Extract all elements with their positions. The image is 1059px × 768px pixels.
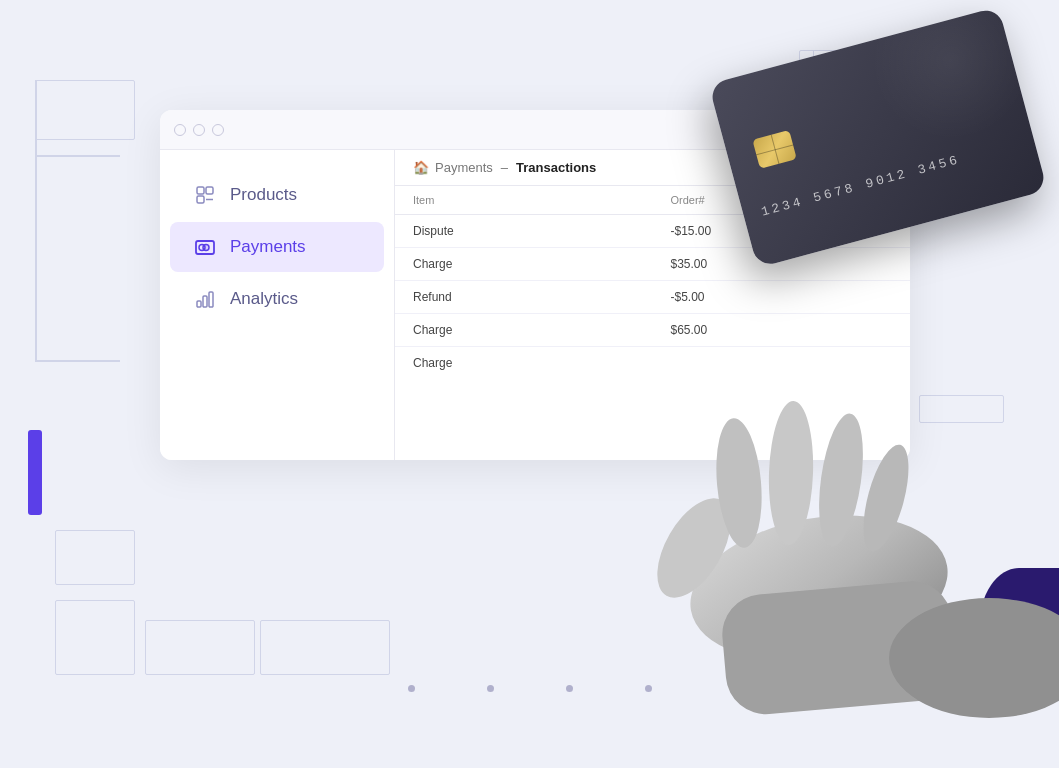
dot-2: [487, 685, 494, 692]
breadcrumb-page: Transactions: [516, 160, 596, 175]
dot-3: [566, 685, 573, 692]
cell-item: Charge: [395, 248, 652, 281]
table-row: Charge$65.00: [395, 314, 910, 347]
svg-point-11: [642, 486, 745, 609]
cell-order: $65.00: [652, 314, 910, 347]
svg-rect-1: [206, 187, 213, 194]
titlebar-dot-2: [193, 124, 205, 136]
card-shine: [853, 7, 1048, 159]
svg-rect-7: [197, 301, 201, 307]
cell-order: [652, 347, 910, 380]
home-icon: 🏠: [413, 160, 429, 175]
sidebar-item-payments[interactable]: Payments: [170, 222, 384, 272]
table-row: Refund-$5.00: [395, 281, 910, 314]
table-row: Charge$35.00: [395, 248, 910, 281]
deco-rect-5: [55, 600, 135, 675]
deco-rect-4: [260, 620, 390, 675]
deco-line-2: [35, 360, 120, 362]
bottom-dots: [408, 685, 652, 692]
dot-4: [645, 685, 652, 692]
breadcrumb-section: Payments: [435, 160, 493, 175]
products-label: Products: [230, 185, 297, 205]
titlebar-dot-1: [174, 124, 186, 136]
svg-rect-9: [209, 292, 213, 307]
deco-rect-2: [55, 530, 135, 585]
table-row: Charge: [395, 347, 910, 380]
svg-point-10: [679, 496, 959, 679]
cell-item: Charge: [395, 314, 652, 347]
payments-icon: [194, 236, 216, 258]
analytics-icon: [194, 288, 216, 310]
analytics-label: Analytics: [230, 289, 298, 309]
svg-rect-0: [197, 187, 204, 194]
col-item: Item: [395, 186, 652, 215]
titlebar-dot-3: [212, 124, 224, 136]
svg-rect-2: [197, 196, 204, 203]
deco-rect-1: [35, 80, 135, 140]
credit-card: 1234 5678 9012 3456: [709, 7, 1048, 268]
sidebar: Products Payments: [160, 150, 395, 460]
sidebar-item-products[interactable]: Products: [170, 170, 384, 220]
deco-rect-3: [145, 620, 255, 675]
breadcrumb-separator: –: [501, 160, 508, 175]
deco-rect-right-mid: [919, 395, 1004, 423]
deco-line-1: [35, 155, 120, 157]
payments-label: Payments: [230, 237, 306, 257]
card-number: 1234 5678 9012 3456: [760, 137, 1019, 220]
cell-item: Charge: [395, 347, 652, 380]
cell-item: Refund: [395, 281, 652, 314]
card-chip: [752, 130, 796, 169]
cell-order: -$5.00: [652, 281, 910, 314]
svg-rect-16: [719, 578, 959, 718]
deco-line-v-1: [35, 80, 37, 360]
cell-item: Dispute: [395, 215, 652, 248]
dark-circle-accent: [979, 568, 1059, 688]
products-icon: [194, 184, 216, 206]
svg-rect-8: [203, 296, 207, 307]
accent-bar: [28, 430, 42, 515]
svg-point-6: [203, 245, 209, 251]
sidebar-item-analytics[interactable]: Analytics: [170, 274, 384, 324]
dot-1: [408, 685, 415, 692]
